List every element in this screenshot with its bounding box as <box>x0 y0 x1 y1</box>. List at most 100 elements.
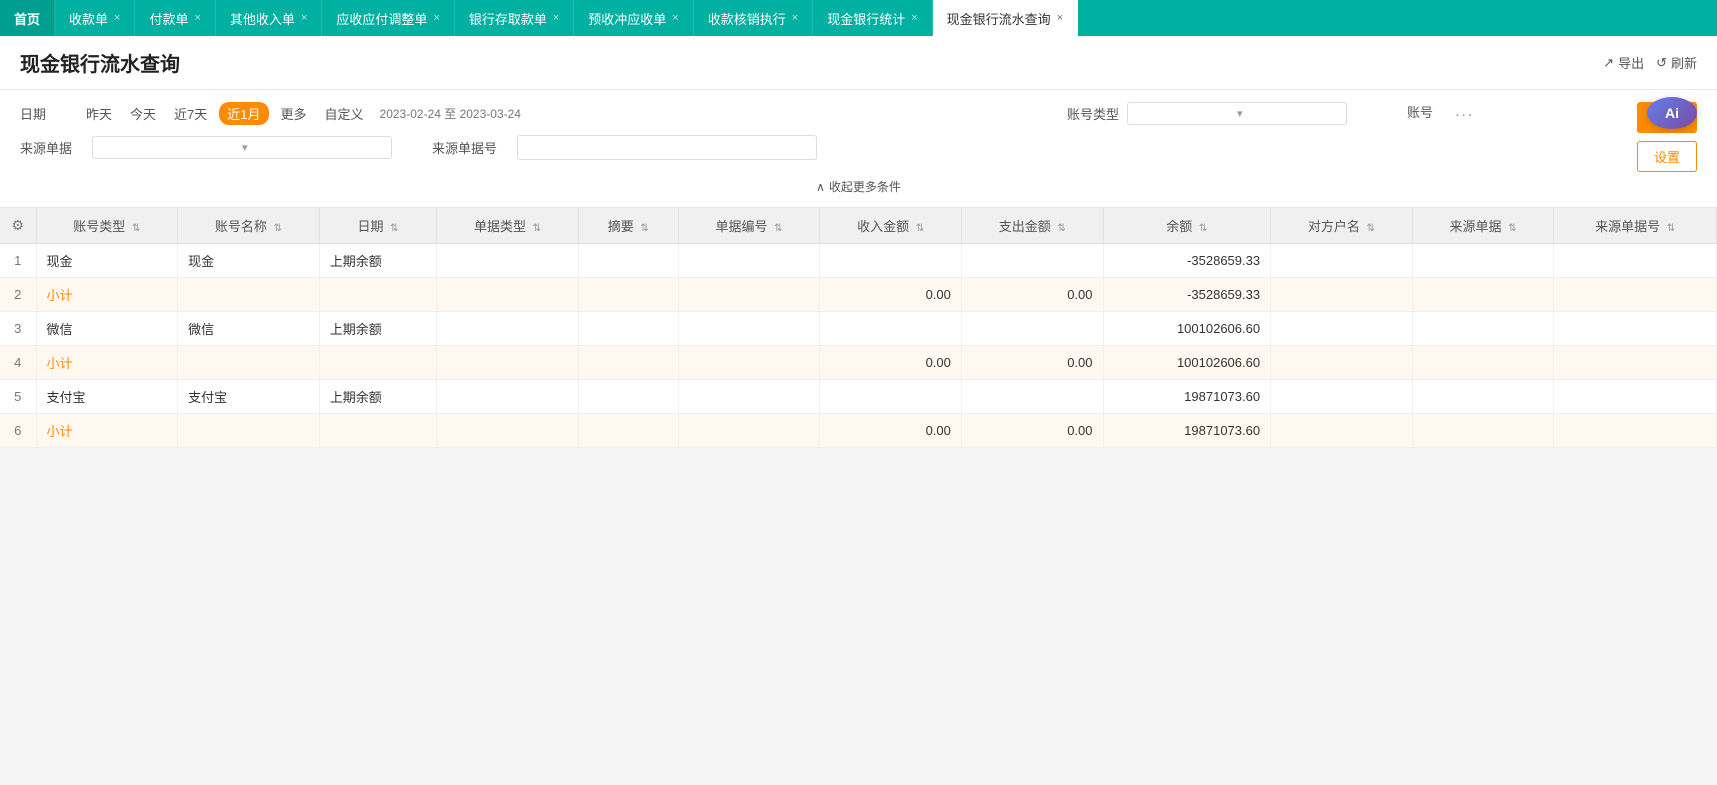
settings-button[interactable]: 设置 <box>1637 141 1697 172</box>
col-counterpart[interactable]: 对方户名 ⇅ <box>1271 208 1413 244</box>
date-option-1month[interactable]: 近1月 <box>219 102 268 125</box>
account-type-select[interactable]: ▾ <box>1127 102 1347 125</box>
source-doc-select[interactable]: ▾ <box>92 136 392 159</box>
account-dots-button[interactable]: ... <box>1455 103 1474 121</box>
close-icon-verify[interactable]: × <box>792 12 798 24</box>
col-source-doc[interactable]: 来源单据 ⇅ <box>1412 208 1554 244</box>
close-icon-prepaid[interactable]: × <box>672 12 678 24</box>
col-account-name[interactable]: 账号名称 ⇅ <box>178 208 320 244</box>
cell-doc-type <box>437 346 579 380</box>
nav-item-prepaid[interactable]: 预收冲应收单 × <box>574 0 693 36</box>
date-option-custom[interactable]: 自定义 <box>319 102 370 125</box>
cell-summary <box>578 380 678 414</box>
source-doc-no-input[interactable] <box>517 135 817 160</box>
gear-icon[interactable]: ⚙ <box>11 217 24 233</box>
nav-item-receipt[interactable]: 收款单 × <box>55 0 135 36</box>
table-row[interactable]: 5支付宝支付宝上期余额19871073.60 <box>0 380 1717 414</box>
cell-counterpart <box>1271 278 1413 312</box>
cell-num: 3 <box>0 312 36 346</box>
cell-doc-no <box>678 346 820 380</box>
nav-label-verify: 收款核销执行 <box>708 9 786 28</box>
table-row[interactable]: 3微信微信上期余额100102606.60 <box>0 312 1717 346</box>
nav-item-stats[interactable]: 现金银行统计 × <box>813 0 932 36</box>
cell-account-name <box>178 414 320 448</box>
cell-counterpart <box>1271 244 1413 278</box>
date-option-yesterday[interactable]: 昨天 <box>80 102 118 125</box>
close-icon-other-income[interactable]: × <box>301 12 307 24</box>
col-doc-type-label: 单据类型 <box>474 219 526 234</box>
col-date[interactable]: 日期 ⇅ <box>319 208 436 244</box>
close-icon-flow-query[interactable]: × <box>1057 12 1063 24</box>
sort-source-doc-no-icon: ⇅ <box>1667 223 1675 234</box>
close-icon-receipt[interactable]: × <box>114 12 120 24</box>
sort-balance-icon: ⇅ <box>1199 223 1207 234</box>
col-account-type[interactable]: 账号类型 ⇅ <box>36 208 178 244</box>
col-balance[interactable]: 余额 ⇅ <box>1103 208 1271 244</box>
col-income-label: 收入金额 <box>857 219 909 234</box>
cell-expense: 0.00 <box>961 278 1103 312</box>
cell-income: 0.00 <box>820 414 962 448</box>
col-source-doc-no[interactable]: 来源单据号 ⇅ <box>1554 208 1717 244</box>
cell-date <box>319 346 436 380</box>
export-button[interactable]: ↗ 导出 <box>1603 53 1644 72</box>
table-row[interactable]: 1现金现金上期余额-3528659.33 <box>0 244 1717 278</box>
cell-num: 6 <box>0 414 36 448</box>
cell-account-name: 微信 <box>178 312 320 346</box>
collapse-bar[interactable]: ∧ 收起更多条件 <box>20 172 1697 195</box>
table-row[interactable]: 2小计0.000.00-3528659.33 <box>0 278 1717 312</box>
cell-account-type: 支付宝 <box>36 380 178 414</box>
nav-item-other-income[interactable]: 其他收入单 × <box>216 0 322 36</box>
refresh-button[interactable]: ↺ 刷新 <box>1656 53 1697 72</box>
cell-source-doc-no <box>1554 244 1717 278</box>
nav-item-verify[interactable]: 收款核销执行 × <box>694 0 813 36</box>
sort-counterpart-icon: ⇅ <box>1367 223 1375 234</box>
filter-area: 日期 昨天 今天 近7天 近1月 更多 自定义 2023-02-24 至 202… <box>0 90 1717 208</box>
col-doc-type[interactable]: 单据类型 ⇅ <box>437 208 579 244</box>
nav-item-flow-query[interactable]: 现金银行流水查询 × <box>933 0 1078 36</box>
nav-item-bank[interactable]: 银行存取款单 × <box>455 0 574 36</box>
cell-counterpart <box>1271 346 1413 380</box>
nav-label-adjust: 应收应付调整单 <box>336 9 427 28</box>
source-doc-label: 来源单据 <box>20 138 72 157</box>
cell-account-type: 小计 <box>36 278 178 312</box>
close-icon-adjust[interactable]: × <box>433 12 439 24</box>
col-gear[interactable]: ⚙ <box>0 208 36 244</box>
cell-date <box>319 278 436 312</box>
nav-label-receipt: 收款单 <box>69 9 108 28</box>
cell-source-doc <box>1412 380 1554 414</box>
col-income[interactable]: 收入金额 ⇅ <box>820 208 962 244</box>
refresh-icon: ↺ <box>1656 55 1667 71</box>
date-filter-label: 日期 <box>20 104 60 123</box>
table-row[interactable]: 4小计0.000.00100102606.60 <box>0 346 1717 380</box>
table-row[interactable]: 6小计0.000.0019871073.60 <box>0 414 1717 448</box>
col-source-doc-no-label: 来源单据号 <box>1595 219 1660 234</box>
date-option-more[interactable]: 更多 <box>275 102 313 125</box>
col-source-doc-label: 来源单据 <box>1450 219 1502 234</box>
close-icon-stats[interactable]: × <box>911 12 917 24</box>
sort-expense-icon: ⇅ <box>1057 223 1065 234</box>
export-label: 导出 <box>1618 53 1644 72</box>
cell-income <box>820 312 962 346</box>
col-summary[interactable]: 摘要 ⇅ <box>578 208 678 244</box>
date-option-7days[interactable]: 近7天 <box>168 102 213 125</box>
header-actions: ↗ 导出 ↺ 刷新 <box>1603 53 1697 72</box>
date-range-display: 2023-02-24 至 2023-03-24 <box>380 105 521 122</box>
col-doc-no-label: 单据编号 <box>715 219 767 234</box>
cell-account-name <box>178 278 320 312</box>
sort-summary-icon: ⇅ <box>640 223 648 234</box>
nav-item-home[interactable]: 首页 <box>0 0 55 36</box>
ai-badge[interactable]: Ai <box>1647 97 1697 129</box>
nav-item-adjust[interactable]: 应收应付调整单 × <box>322 0 454 36</box>
col-doc-no[interactable]: 单据编号 ⇅ <box>678 208 820 244</box>
cell-balance: 100102606.60 <box>1103 312 1271 346</box>
nav-item-payment[interactable]: 付款单 × <box>135 0 215 36</box>
close-icon-payment[interactable]: × <box>194 12 200 24</box>
source-doc-arrow-icon: ▾ <box>242 141 383 154</box>
col-expense[interactable]: 支出金额 ⇅ <box>961 208 1103 244</box>
cell-date: 上期余额 <box>319 380 436 414</box>
cell-balance: 19871073.60 <box>1103 380 1271 414</box>
sort-account-name-icon: ⇅ <box>274 223 282 234</box>
date-option-today[interactable]: 今天 <box>124 102 162 125</box>
cell-account-type: 小计 <box>36 414 178 448</box>
close-icon-bank[interactable]: × <box>553 12 559 24</box>
